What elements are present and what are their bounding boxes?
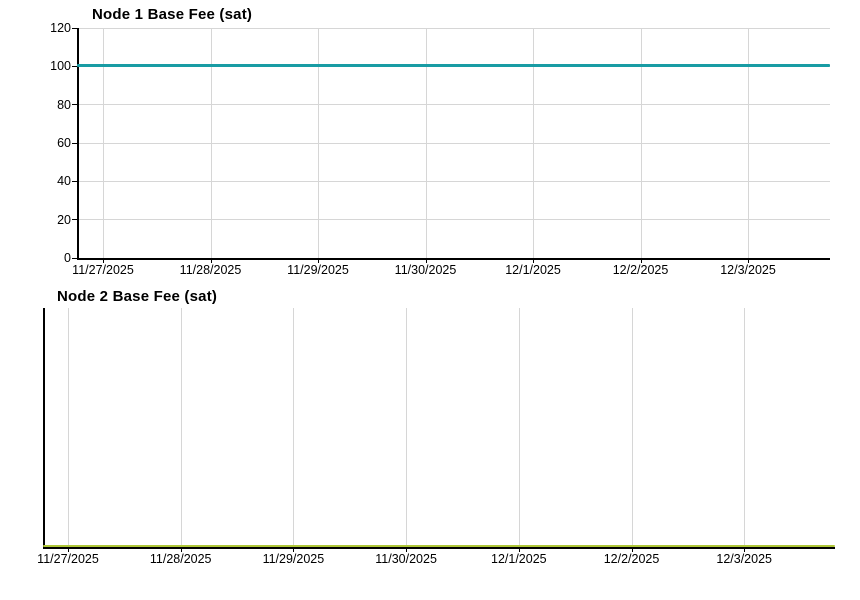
chart-title-node2: Node 2 Base Fee (sat) [57,288,217,305]
x-gridline [181,308,182,547]
x-gridline [519,308,520,547]
chart-canvas: Node 1 Base Fee (sat) 11/27/202511/28/20… [0,0,860,600]
x-gridline [744,308,745,547]
x-axis [43,547,835,549]
x-tick-label: 11/30/2025 [375,552,437,566]
series-line-node2 [43,545,835,548]
x-tick-label: 11/29/2025 [263,552,325,566]
x-tick-label: 12/1/2025 [491,552,547,566]
x-tick-label: 12/3/2025 [716,552,772,566]
x-gridline [406,308,407,547]
y-axis [43,308,45,549]
chart-node2-base-fee: Node 2 Base Fee (sat) 11/27/2025 11/28/20… [0,0,860,600]
x-gridline [632,308,633,547]
x-gridline [293,308,294,547]
x-tick-label: 12/2/2025 [604,552,660,566]
x-gridline [68,308,69,547]
x-tick-label: 11/27/2025 [37,552,99,566]
x-tick-label: 11/28/2025 [150,552,212,566]
